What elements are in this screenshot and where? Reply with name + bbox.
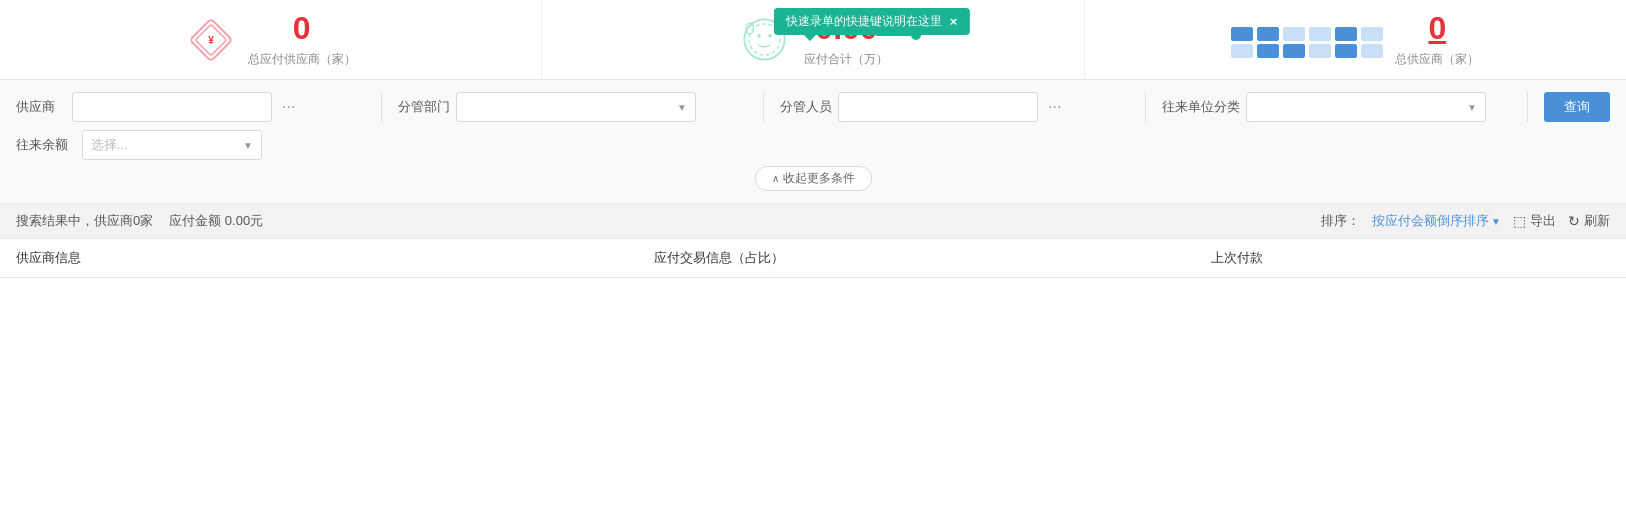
divider-2 [763, 92, 764, 122]
payable-suppliers-number: 0 [293, 11, 311, 46]
tooltip-bubble: 快速录单的快捷键说明在这里 × [774, 8, 970, 35]
refresh-btn[interactable]: ↻ 刷新 [1568, 212, 1610, 230]
unit-category-chevron-icon: ▼ [1467, 102, 1477, 113]
empty-table-area [0, 278, 1626, 515]
balance-placeholder: 选择... [91, 136, 128, 154]
supplier-filter: 供应商 ··· [16, 92, 365, 122]
col-transaction-header: 应付交易信息（占比） [654, 249, 1212, 267]
filter-section: 供应商 ··· 分管部门 ▼ 分管人员 ··· 往来单位分类 ▼ [0, 80, 1626, 204]
total-suppliers-item: 0 总供应商（家） [1085, 0, 1626, 79]
payable-total-label: 应付合计（万） [804, 51, 888, 68]
col-supplier-info-header: 供应商信息 [16, 249, 654, 267]
sort-label: 排序： [1321, 212, 1360, 230]
export-icon: ⬚ [1513, 213, 1526, 229]
supplier-label: 供应商 [16, 98, 66, 116]
results-bar: 搜索结果中，供应商0家 应付金额 0.00元 排序： 按应付会额倒序排序 ▼ ⬚… [0, 204, 1626, 239]
svg-point-6 [769, 34, 773, 38]
total-suppliers-label: 总供应商（家） [1395, 51, 1479, 68]
supplier-dots-btn[interactable]: ··· [282, 98, 295, 116]
results-actions: 排序： 按应付会额倒序排序 ▼ ⬚ 导出 ↻ 刷新 [1321, 212, 1610, 230]
filter-row-1: 供应商 ··· 分管部门 ▼ 分管人员 ··· 往来单位分类 ▼ [16, 92, 1610, 122]
collapse-btn-label: 收起更多条件 [783, 170, 855, 187]
query-button[interactable]: 查询 [1544, 92, 1610, 122]
tooltip-close-btn[interactable]: × [950, 14, 958, 29]
sort-chevron-icon: ▼ [1491, 216, 1501, 227]
payable-amount: 应付金额 0.00元 [169, 212, 263, 230]
supplier-input[interactable] [72, 92, 272, 122]
collapse-btn[interactable]: ∧ 收起更多条件 [755, 166, 872, 191]
sort-value: 按应付会额倒序排序 [1372, 212, 1489, 230]
dept-select[interactable]: ▼ [456, 92, 696, 122]
balance-label: 往来余额 [16, 136, 76, 154]
collapse-more-area: ∧ 收起更多条件 [16, 166, 1610, 191]
divider-3 [1145, 92, 1146, 122]
refresh-label: 刷新 [1584, 212, 1610, 230]
blue-boxes-icon [1231, 27, 1383, 41]
total-payable-suppliers-item: ¥ 0 总应付供应商（家） [0, 0, 542, 79]
diamond-icon: ¥ [186, 15, 236, 65]
person-label: 分管人员 [780, 98, 832, 116]
collapse-chevron-icon: ∧ [772, 173, 779, 184]
divider-1 [381, 92, 382, 122]
unit-category-select[interactable]: ▼ [1246, 92, 1486, 122]
payable-suppliers-label: 总应付供应商（家） [248, 51, 356, 68]
payable-total-item: 0.00 应付合计（万） 快速录单的快捷键说明在这里 × [542, 0, 1084, 79]
svg-text:¥: ¥ [208, 35, 214, 46]
export-btn[interactable]: ⬚ 导出 [1513, 212, 1556, 230]
unit-category-filter: 往来单位分类 ▼ [1162, 92, 1511, 122]
total-suppliers-number: 0 [1428, 11, 1446, 46]
person-input[interactable] [838, 92, 1038, 122]
results-info: 搜索结果中，供应商0家 应付金额 0.00元 [16, 212, 263, 230]
dept-label: 分管部门 [398, 98, 450, 116]
svg-point-5 [758, 34, 762, 38]
refresh-icon: ↻ [1568, 213, 1580, 229]
table-header: 供应商信息 应付交易信息（占比） 上次付款 [0, 239, 1626, 278]
suppliers-count: 搜索结果中，供应商0家 [16, 212, 153, 230]
summary-bar: ¥ 0 总应付供应商（家） 0.00 应付合计（万） 快速录单的 [0, 0, 1626, 80]
dept-chevron-icon: ▼ [677, 102, 687, 113]
person-filter: 分管人员 ··· [780, 92, 1129, 122]
filter-row-2: 往来余额 选择... ▼ [16, 130, 1610, 160]
dept-filter: 分管部门 ▼ [398, 92, 747, 122]
export-label: 导出 [1530, 212, 1556, 230]
col-last-payment-header: 上次付款 [1211, 249, 1610, 267]
sort-select[interactable]: 按应付会额倒序排序 ▼ [1372, 212, 1501, 230]
balance-select[interactable]: 选择... ▼ [82, 130, 262, 160]
balance-chevron-icon: ▼ [243, 140, 253, 151]
tooltip-text: 快速录单的快捷键说明在这里 [786, 13, 942, 30]
divider-4 [1527, 92, 1528, 122]
unit-category-label: 往来单位分类 [1162, 98, 1240, 116]
person-dots-btn[interactable]: ··· [1048, 98, 1061, 116]
